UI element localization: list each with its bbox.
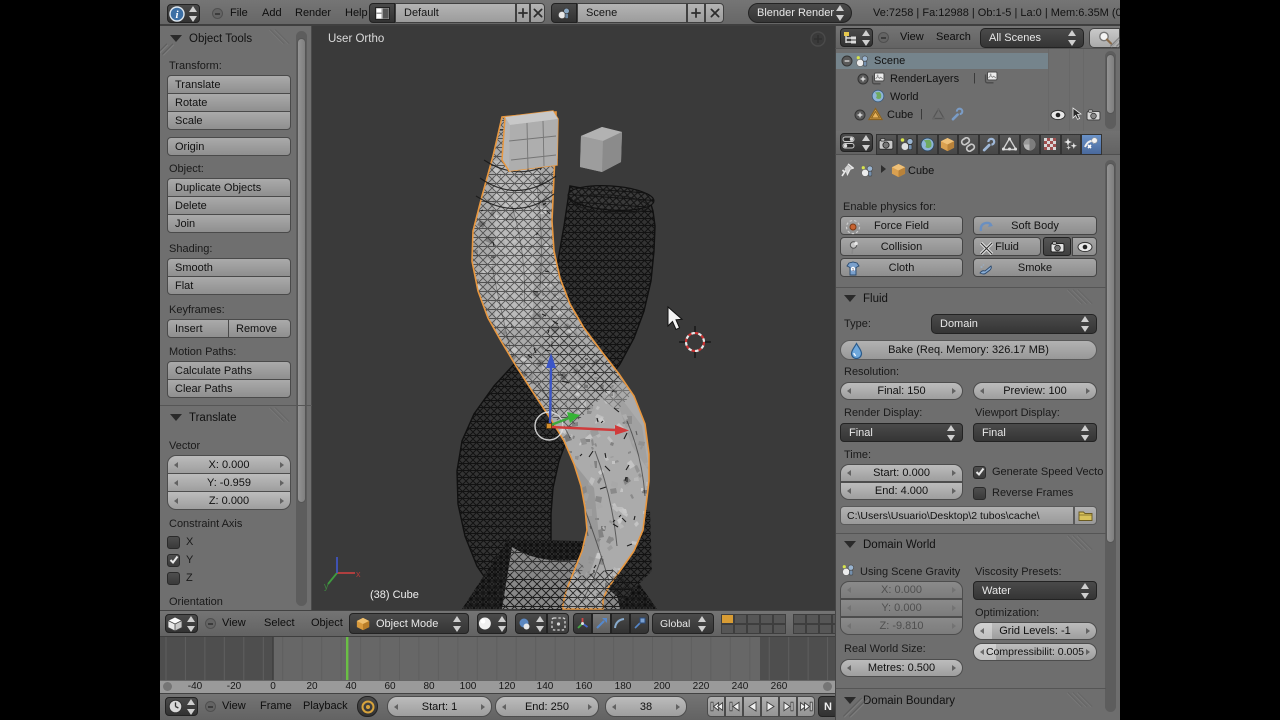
svg-text:y: y [324, 581, 329, 591]
svg-text:x: x [356, 569, 361, 579]
svg-text:User Ortho: User Ortho [328, 33, 384, 45]
svg-text:(38) Cube: (38) Cube [370, 589, 419, 601]
